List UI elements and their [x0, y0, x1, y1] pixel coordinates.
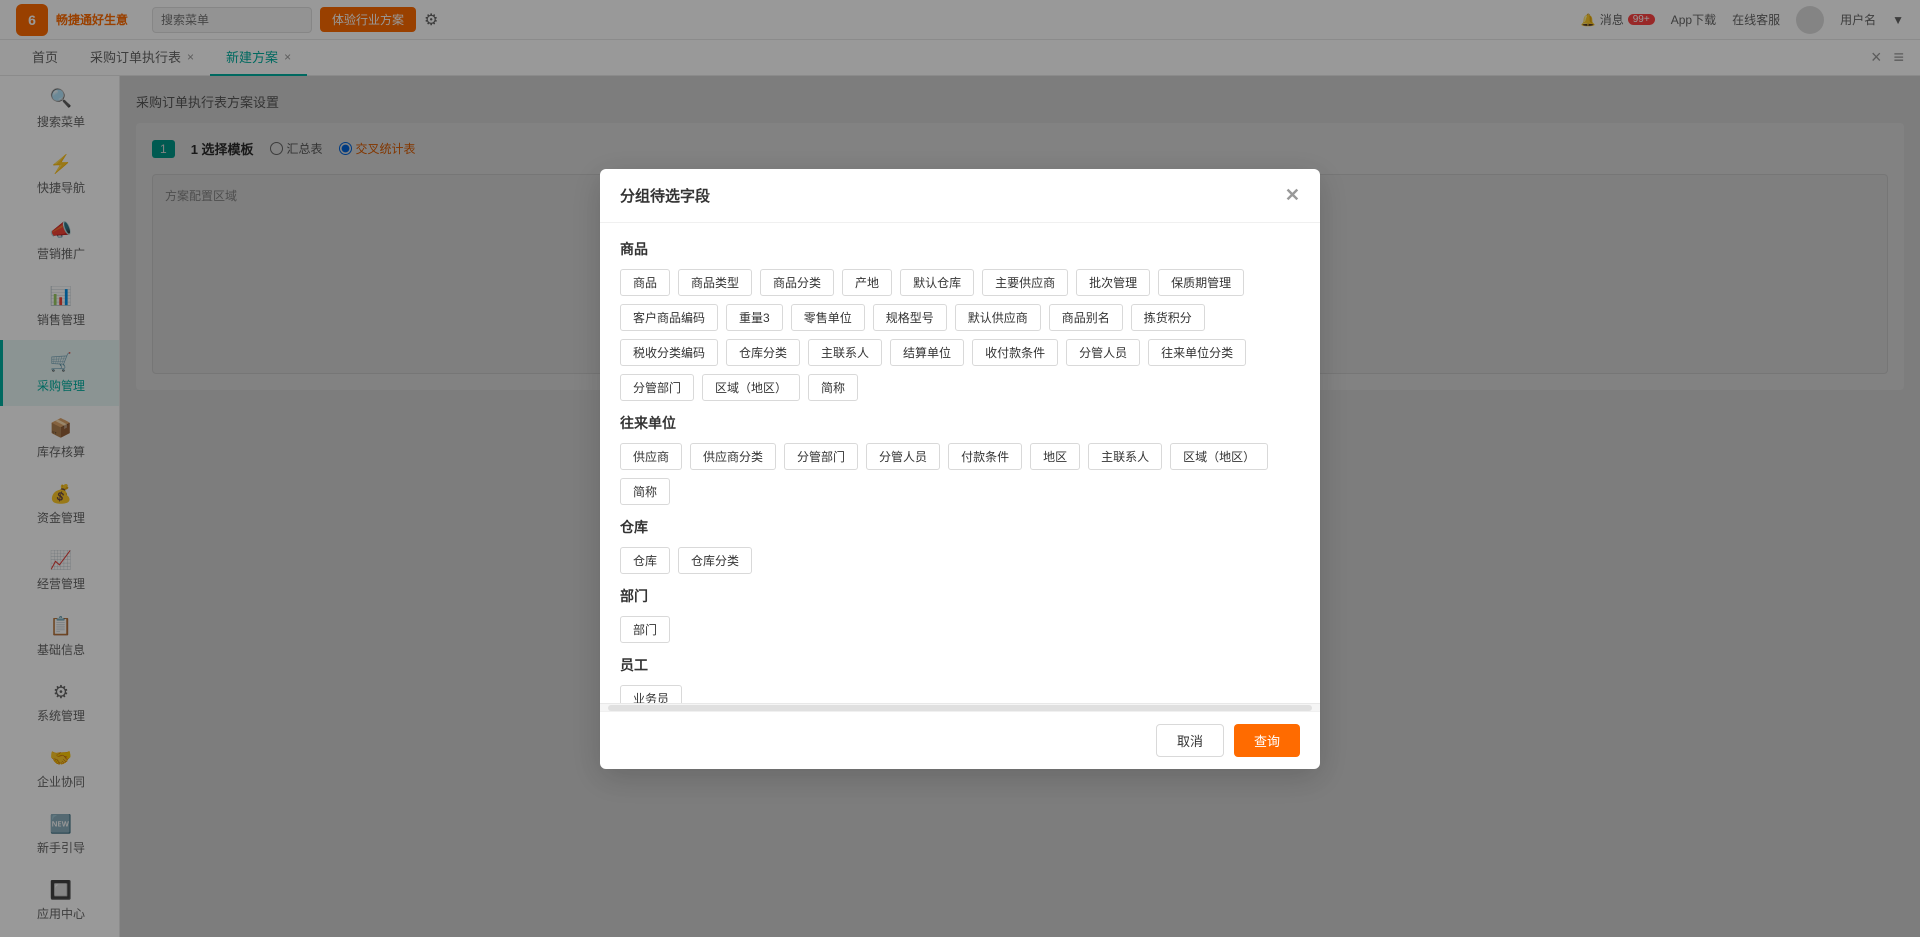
field-tag-counterpart-category[interactable]: 往来单位分类 — [1148, 339, 1246, 366]
field-tags-partner: 供应商 供应商分类 分管部门 分管人员 付款条件 地区 主联系人 区域（地区） … — [620, 443, 1300, 505]
field-tag-warehouse[interactable]: 仓库 — [620, 547, 670, 574]
field-tag-abbr-goods[interactable]: 简称 — [808, 374, 858, 401]
field-tag-region-partner[interactable]: 地区 — [1030, 443, 1080, 470]
section-title-department: 部门 — [620, 586, 1300, 606]
field-tag-shelf-life[interactable]: 保质期管理 — [1158, 269, 1244, 296]
field-tag-customer-code[interactable]: 客户商品编码 — [620, 304, 718, 331]
modal-footer: 取消 查询 — [600, 711, 1320, 769]
field-tag-goods-alias[interactable]: 商品别名 — [1049, 304, 1123, 331]
field-tags-employee: 业务员 — [620, 685, 1300, 703]
field-tag-origin[interactable]: 产地 — [842, 269, 892, 296]
section-title-goods: 商品 — [620, 239, 1300, 259]
field-tag-supervisor[interactable]: 分管人员 — [1066, 339, 1140, 366]
field-tag-supplier-category[interactable]: 供应商分类 — [690, 443, 776, 470]
field-tag-weight3[interactable]: 重量3 — [726, 304, 783, 331]
modal-close-btn[interactable]: ✕ — [1285, 185, 1300, 206]
field-tag-department[interactable]: 部门 — [620, 616, 670, 643]
section-title-warehouse: 仓库 — [620, 517, 1300, 537]
field-tag-region-goods[interactable]: 区域（地区） — [702, 374, 800, 401]
field-select-modal: 分组待选字段 ✕ 商品 商品 商品类型 商品分类 产地 默认仓库 主要供应商 批… — [600, 169, 1320, 769]
field-tag-region2-partner[interactable]: 区域（地区） — [1170, 443, 1268, 470]
field-tags-goods: 商品 商品类型 商品分类 产地 默认仓库 主要供应商 批次管理 保质期管理 客户… — [620, 269, 1300, 401]
cancel-button[interactable]: 取消 — [1156, 724, 1224, 757]
section-title-employee: 员工 — [620, 655, 1300, 675]
field-tags-department: 部门 — [620, 616, 1300, 643]
field-tag-default-supplier[interactable]: 默认供应商 — [955, 304, 1041, 331]
field-tag-spec-model[interactable]: 规格型号 — [873, 304, 947, 331]
field-tag-salesperson[interactable]: 业务员 — [620, 685, 682, 703]
field-tag-retail-unit[interactable]: 零售单位 — [791, 304, 865, 331]
modal-horizontal-scrollbar[interactable] — [600, 703, 1320, 711]
field-tag-default-warehouse[interactable]: 默认仓库 — [900, 269, 974, 296]
modal-overlay: 分组待选字段 ✕ 商品 商品 商品类型 商品分类 产地 默认仓库 主要供应商 批… — [0, 0, 1920, 937]
field-tag-settlement-unit[interactable]: 结算单位 — [890, 339, 964, 366]
field-tag-dept[interactable]: 分管部门 — [620, 374, 694, 401]
field-tag-tax-code[interactable]: 税收分类编码 — [620, 339, 718, 366]
field-tag-goods[interactable]: 商品 — [620, 269, 670, 296]
field-tags-warehouse: 仓库 仓库分类 — [620, 547, 1300, 574]
confirm-button[interactable]: 查询 — [1234, 724, 1300, 757]
field-tag-goods-category[interactable]: 商品分类 — [760, 269, 834, 296]
field-tag-abbr-partner[interactable]: 简称 — [620, 478, 670, 505]
field-tag-supervisor-partner[interactable]: 分管人员 — [866, 443, 940, 470]
field-tag-dept-partner[interactable]: 分管部门 — [784, 443, 858, 470]
field-tag-payment-terms[interactable]: 收付款条件 — [972, 339, 1058, 366]
field-tag-main-contact[interactable]: 主联系人 — [808, 339, 882, 366]
modal-title: 分组待选字段 — [620, 185, 710, 206]
field-tag-main-contact-partner[interactable]: 主联系人 — [1088, 443, 1162, 470]
field-tag-goods-type[interactable]: 商品类型 — [678, 269, 752, 296]
field-tag-warehouse-category[interactable]: 仓库分类 — [726, 339, 800, 366]
field-tag-pick-points[interactable]: 拣货积分 — [1131, 304, 1205, 331]
field-tag-warehouse-cat[interactable]: 仓库分类 — [678, 547, 752, 574]
field-tag-main-supplier[interactable]: 主要供应商 — [982, 269, 1068, 296]
section-title-partner: 往来单位 — [620, 413, 1300, 433]
scroll-track — [608, 705, 1312, 711]
field-tag-batch-mgmt[interactable]: 批次管理 — [1076, 269, 1150, 296]
modal-header: 分组待选字段 ✕ — [600, 169, 1320, 223]
modal-body: 商品 商品 商品类型 商品分类 产地 默认仓库 主要供应商 批次管理 保质期管理… — [600, 223, 1320, 703]
field-tag-supplier[interactable]: 供应商 — [620, 443, 682, 470]
field-tag-payment-cond[interactable]: 付款条件 — [948, 443, 1022, 470]
